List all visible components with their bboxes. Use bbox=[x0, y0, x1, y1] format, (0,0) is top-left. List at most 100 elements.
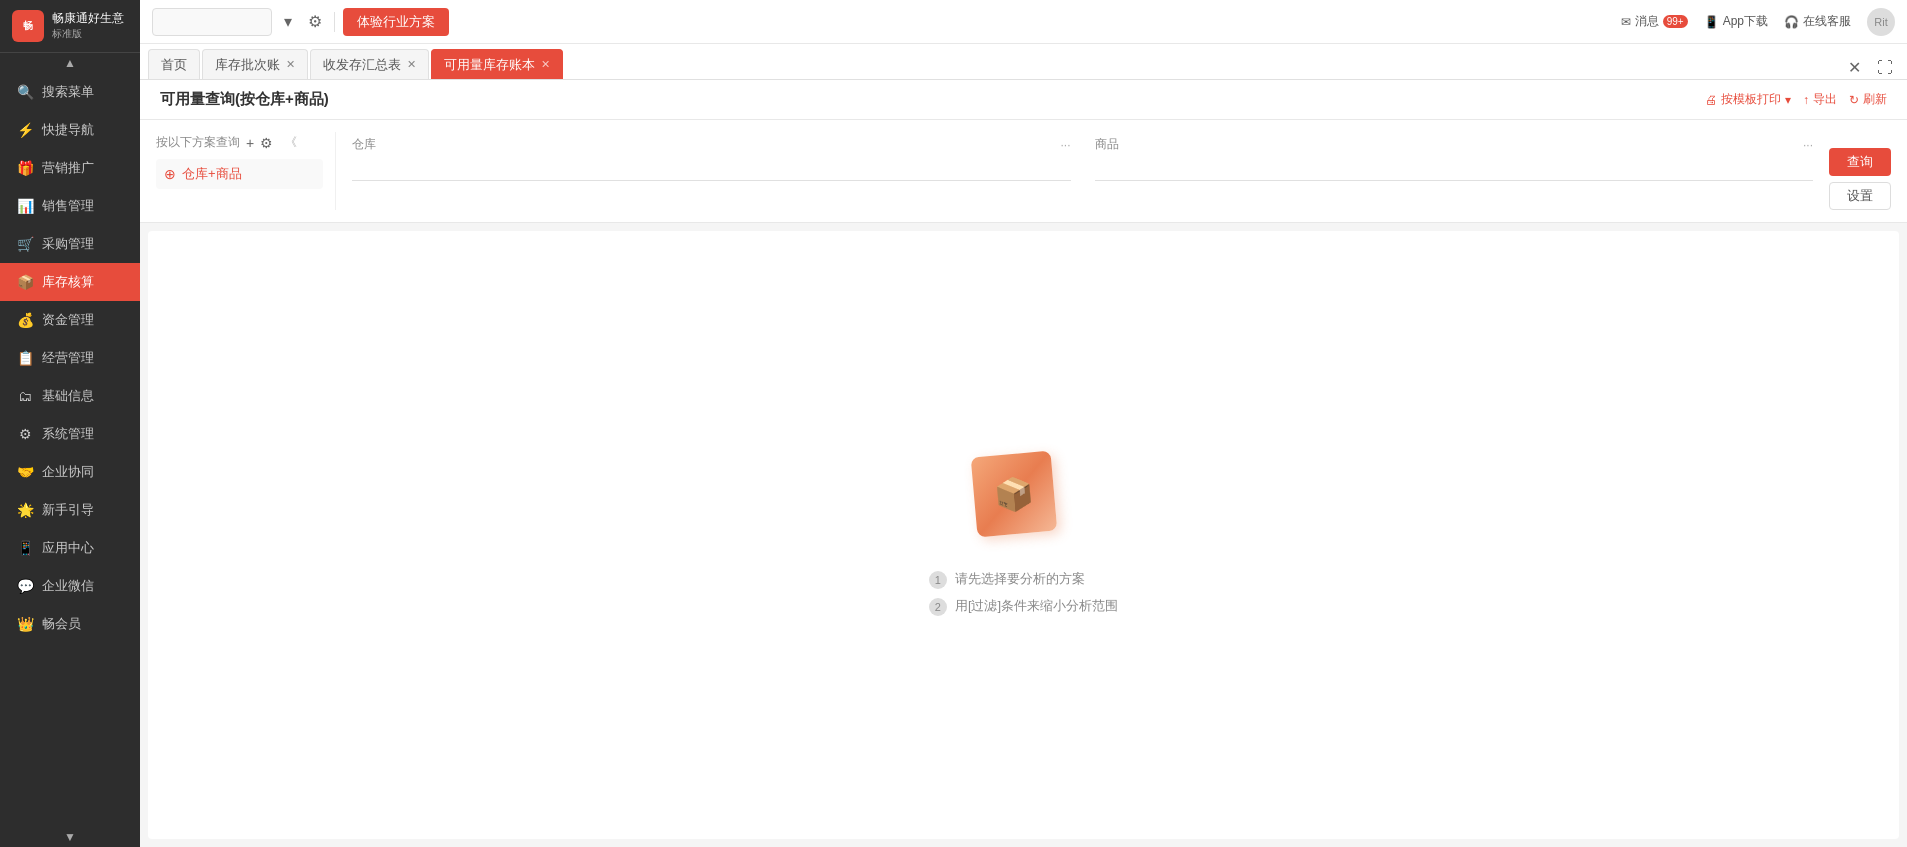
sidebar-item-purchase[interactable]: 🛒 采购管理 bbox=[0, 225, 140, 263]
dropdown-btn[interactable]: ▾ bbox=[280, 8, 296, 35]
sidebar-item-sales[interactable]: 📊 销售管理 bbox=[0, 187, 140, 225]
empty-hints: 1 请先选择要分析的方案 2 用[过滤]条件来缩小分析范围 bbox=[929, 570, 1118, 616]
product-more-btn[interactable]: ··· bbox=[1803, 138, 1813, 152]
sidebar-item-quicknav[interactable]: ⚡ 快捷导航 bbox=[0, 111, 140, 149]
customer-service-label: 在线客服 bbox=[1803, 13, 1851, 30]
sidebar-item-label: 企业协同 bbox=[42, 463, 94, 481]
sidebar-item-label: 搜索菜单 bbox=[42, 83, 94, 101]
page-header: 可用量查询(按仓库+商品) 🖨 按模板打印 ▾ ↑ 导出 ↻ 刷新 bbox=[140, 80, 1907, 120]
sidebar-item-label: 经营管理 bbox=[42, 349, 94, 367]
tab-batch-accounts[interactable]: 库存批次账 ✕ bbox=[202, 49, 308, 79]
refresh-label: 刷新 bbox=[1863, 91, 1887, 108]
sidebar-item-inventory[interactable]: 📦 库存核算 bbox=[0, 263, 140, 301]
customer-service-btn[interactable]: 🎧 在线客服 bbox=[1784, 13, 1851, 30]
box-icon: 📦 bbox=[16, 273, 34, 291]
tab-close-btn[interactable]: ✕ bbox=[407, 58, 416, 71]
refresh-button[interactable]: ↻ 刷新 bbox=[1849, 91, 1887, 108]
sidebar-scroll-down[interactable]: ▼ bbox=[0, 827, 140, 847]
sidebar-scroll-up[interactable]: ▲ bbox=[0, 53, 140, 73]
sidebar: 畅 畅康通好生意 标准版 ▲ 🔍 搜索菜单 ⚡ 快捷导航 🎁 营销推广 📊 销售… bbox=[0, 0, 140, 847]
sidebar-item-search[interactable]: 🔍 搜索菜单 bbox=[0, 73, 140, 111]
sidebar-item-label: 应用中心 bbox=[42, 539, 94, 557]
tab-close-btn[interactable]: ✕ bbox=[541, 58, 550, 71]
tab-close-btn[interactable]: ✕ bbox=[286, 58, 295, 71]
refresh-icon: ↻ bbox=[1849, 93, 1859, 107]
lightning-icon: ⚡ bbox=[16, 121, 34, 139]
query-button[interactable]: 查询 bbox=[1829, 148, 1891, 176]
sidebar-item-newbie[interactable]: 🌟 新手引导 bbox=[0, 491, 140, 529]
message-icon: ✉ bbox=[1621, 15, 1631, 29]
scheme-icon: ⊕ bbox=[164, 166, 176, 182]
sidebar-header: 畅 畅康通好生意 标准版 bbox=[0, 0, 140, 53]
sidebar-item-basic[interactable]: 🗂 基础信息 bbox=[0, 377, 140, 415]
sidebar-item-system[interactable]: ⚙ 系统管理 bbox=[0, 415, 140, 453]
sidebar-item-apps[interactable]: 📱 应用中心 bbox=[0, 529, 140, 567]
empty-hint-1: 1 请先选择要分析的方案 bbox=[929, 570, 1118, 589]
print-button[interactable]: 🖨 按模板打印 ▾ bbox=[1705, 91, 1791, 108]
sidebar-item-wechat[interactable]: 💬 企业微信 bbox=[0, 567, 140, 605]
sidebar-item-operations[interactable]: 📋 经营管理 bbox=[0, 339, 140, 377]
sidebar-item-label: 畅会员 bbox=[42, 615, 81, 633]
filter-actions: 查询 设置 bbox=[1829, 132, 1891, 210]
filter-scheme-item[interactable]: ⊕ 仓库+商品 bbox=[156, 159, 323, 189]
page-header-actions: 🖨 按模板打印 ▾ ↑ 导出 ↻ 刷新 bbox=[1705, 91, 1887, 108]
app-download-btn[interactable]: 📱 App下载 bbox=[1704, 13, 1768, 30]
filter-settings-button[interactable]: 设置 bbox=[1829, 182, 1891, 210]
sidebar-item-label: 营销推广 bbox=[42, 159, 94, 177]
user-profile-btn[interactable]: Rit bbox=[1867, 8, 1895, 36]
export-icon: ↑ bbox=[1803, 93, 1809, 107]
sidebar-app-title: 畅康通好生意 bbox=[52, 11, 124, 27]
tab-label: 库存批次账 bbox=[215, 56, 280, 74]
product-label: 商品 bbox=[1095, 136, 1119, 153]
add-scheme-btn[interactable]: + bbox=[246, 135, 254, 151]
print-label: 按模板打印 bbox=[1721, 91, 1781, 108]
hint-text-1: 请先选择要分析的方案 bbox=[955, 570, 1085, 588]
star-icon: 🌟 bbox=[16, 501, 34, 519]
sidebar-item-label: 快捷导航 bbox=[42, 121, 94, 139]
warehouse-more-btn[interactable]: ··· bbox=[1060, 138, 1070, 152]
main-content: ▾ ⚙ 体验行业方案 ✉ 消息 99+ 📱 App下载 🎧 在线客服 Rit bbox=[140, 0, 1907, 847]
gear-icon: ⚙ bbox=[16, 425, 34, 443]
export-label: 导出 bbox=[1813, 91, 1837, 108]
sidebar-item-label: 采购管理 bbox=[42, 235, 94, 253]
manage-scheme-btn[interactable]: ⚙ bbox=[260, 135, 273, 151]
sidebar-item-finance[interactable]: 💰 资金管理 bbox=[0, 301, 140, 339]
search-input[interactable] bbox=[152, 8, 272, 36]
tab-close-all-btn[interactable]: ✕ bbox=[1842, 56, 1867, 79]
sidebar-item-marketing[interactable]: 🎁 营销推广 bbox=[0, 149, 140, 187]
filter-scheme-panel: 按以下方案查询 + ⚙ 《 ⊕ 仓库+商品 bbox=[156, 132, 336, 210]
chart-icon: 📊 bbox=[16, 197, 34, 215]
export-button[interactable]: ↑ 导出 bbox=[1803, 91, 1837, 108]
tab-expand-btn[interactable]: ⛶ bbox=[1871, 57, 1899, 79]
tab-receipt-summary[interactable]: 收发存汇总表 ✕ bbox=[310, 49, 429, 79]
message-btn[interactable]: ✉ 消息 99+ bbox=[1621, 13, 1688, 30]
app-download-label: App下载 bbox=[1723, 13, 1768, 30]
product-input[interactable] bbox=[1095, 157, 1814, 181]
collapse-scheme-btn[interactable]: 《 bbox=[279, 132, 303, 153]
tab-available-qty[interactable]: 可用量库存账本 ✕ bbox=[431, 49, 563, 79]
sidebar-logo: 畅 bbox=[12, 10, 44, 42]
industry-solution-button[interactable]: 体验行业方案 bbox=[343, 8, 449, 36]
sidebar-item-enterprise[interactable]: 🤝 企业协同 bbox=[0, 453, 140, 491]
sidebar-item-label: 资金管理 bbox=[42, 311, 94, 329]
crown-icon: 👑 bbox=[16, 615, 34, 633]
sidebar-item-member[interactable]: 👑 畅会员 bbox=[0, 605, 140, 643]
filter-product-field: 商品 ··· bbox=[1095, 136, 1814, 181]
folder-icon: 🗂 bbox=[16, 387, 34, 405]
tab-label: 收发存汇总表 bbox=[323, 56, 401, 74]
warehouse-input[interactable] bbox=[352, 157, 1071, 181]
filter-area: 按以下方案查询 + ⚙ 《 ⊕ 仓库+商品 仓库 ··· bbox=[140, 120, 1907, 223]
dropdown-icon: ▾ bbox=[1785, 93, 1791, 107]
settings-icon-btn[interactable]: ⚙ bbox=[304, 8, 326, 35]
money-icon: 💰 bbox=[16, 311, 34, 329]
tab-label: 首页 bbox=[161, 56, 187, 74]
filter-fields: 仓库 ··· 商品 ··· bbox=[352, 132, 1813, 210]
hint-number-1: 1 bbox=[929, 571, 947, 589]
topbar-divider bbox=[334, 12, 335, 32]
message-label: 消息 bbox=[1635, 13, 1659, 30]
gift-icon: 🎁 bbox=[16, 159, 34, 177]
hint-number-2: 2 bbox=[929, 598, 947, 616]
user-initials: Rit bbox=[1874, 16, 1887, 28]
tab-home[interactable]: 首页 bbox=[148, 49, 200, 79]
tabs-right-buttons: ✕ ⛶ bbox=[1842, 56, 1899, 79]
